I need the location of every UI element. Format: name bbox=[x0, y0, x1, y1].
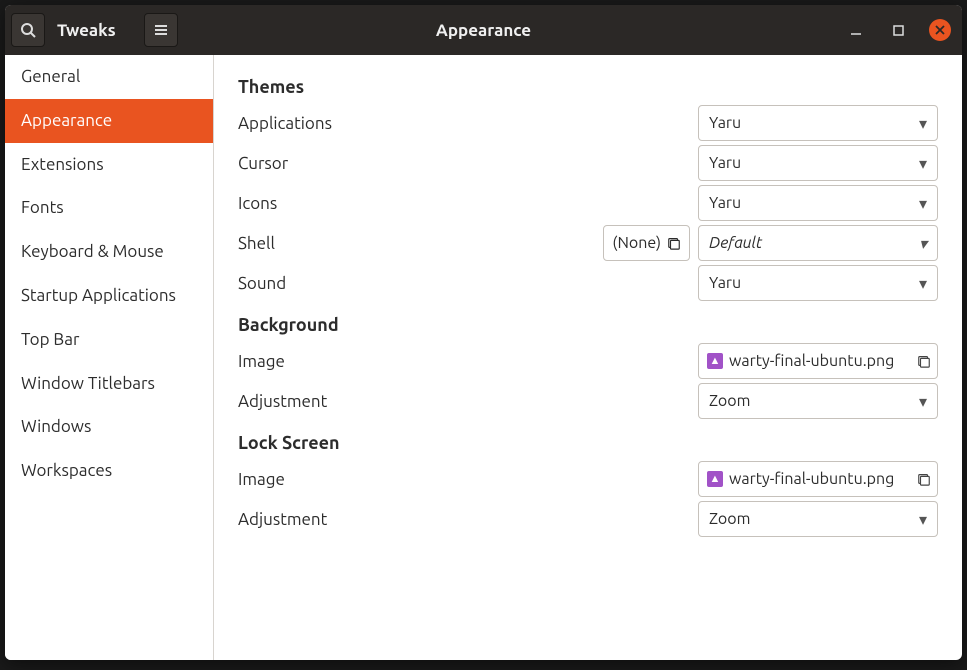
sidebar-item-appearance[interactable]: Appearance bbox=[5, 99, 213, 143]
caret-down-icon: ▾ bbox=[919, 194, 927, 213]
row-bg-image: Image ▲ warty-final-ubuntu.png bbox=[238, 341, 938, 381]
content-area: Themes Applications Yaru ▾ Cursor Yaru ▾ bbox=[214, 55, 962, 660]
sidebar-item-fonts[interactable]: Fonts bbox=[5, 186, 213, 230]
app-title: Tweaks bbox=[57, 21, 116, 40]
file-bg-name: warty-final-ubuntu.png bbox=[729, 352, 894, 370]
window-body: General Appearance Extensions Fonts Keyb… bbox=[5, 55, 962, 660]
sidebar-item-keyboard-mouse[interactable]: Keyboard & Mouse bbox=[5, 230, 213, 274]
row-ls-image: Image ▲ warty-final-ubuntu.png bbox=[238, 459, 938, 499]
row-cursor: Cursor Yaru ▾ bbox=[238, 143, 938, 183]
label-icons: Icons bbox=[238, 194, 277, 213]
lockscreen-header: Lock Screen bbox=[238, 433, 938, 453]
sidebar-item-extensions[interactable]: Extensions bbox=[5, 143, 213, 187]
row-sound: Sound Yaru ▾ bbox=[238, 263, 938, 303]
close-button[interactable] bbox=[928, 18, 952, 42]
label-applications: Applications bbox=[238, 114, 332, 133]
caret-down-icon: ▾ bbox=[919, 154, 927, 173]
sidebar-item-windows[interactable]: Windows bbox=[5, 405, 213, 449]
file-ls-name: warty-final-ubuntu.png bbox=[729, 470, 894, 488]
combo-cursor[interactable]: Yaru ▾ bbox=[698, 145, 938, 181]
combo-ls-adjustment[interactable]: Zoom ▾ bbox=[698, 501, 938, 537]
hamburger-icon bbox=[153, 22, 169, 38]
label-shell: Shell bbox=[238, 234, 275, 253]
sidebar-item-startup-applications[interactable]: Startup Applications bbox=[5, 274, 213, 318]
caret-down-icon: ▾ bbox=[919, 234, 927, 253]
row-ls-adjustment: Adjustment Zoom ▾ bbox=[238, 499, 938, 539]
caret-down-icon: ▾ bbox=[919, 392, 927, 411]
label-ls-image: Image bbox=[238, 470, 285, 489]
sidebar-item-top-bar[interactable]: Top Bar bbox=[5, 318, 213, 362]
minimize-icon bbox=[850, 24, 862, 36]
combo-sound-value: Yaru bbox=[709, 274, 741, 292]
row-icons: Icons Yaru ▾ bbox=[238, 183, 938, 223]
search-button[interactable] bbox=[11, 13, 45, 47]
minimize-button[interactable] bbox=[844, 18, 868, 42]
sidebar: General Appearance Extensions Fonts Keyb… bbox=[5, 55, 214, 660]
combo-icons[interactable]: Yaru ▾ bbox=[698, 185, 938, 221]
row-shell: Shell (None) Default ▾ bbox=[238, 223, 938, 263]
menu-button[interactable] bbox=[144, 13, 178, 47]
label-ls-adjustment: Adjustment bbox=[238, 510, 327, 529]
caret-down-icon: ▾ bbox=[919, 510, 927, 529]
row-bg-adjustment: Adjustment Zoom ▾ bbox=[238, 381, 938, 421]
maximize-icon bbox=[893, 25, 904, 36]
file-chooser-bg[interactable]: ▲ warty-final-ubuntu.png bbox=[698, 343, 938, 379]
combo-shell[interactable]: Default ▾ bbox=[698, 225, 938, 261]
label-bg-adjustment: Adjustment bbox=[238, 392, 327, 411]
combo-icons-value: Yaru bbox=[709, 194, 741, 212]
titlebar-left: Tweaks bbox=[5, 5, 184, 55]
label-cursor: Cursor bbox=[238, 154, 288, 173]
tweaks-window: Tweaks Appearance General Appearance Ex bbox=[5, 5, 962, 660]
sidebar-item-workspaces[interactable]: Workspaces bbox=[5, 449, 213, 493]
close-icon bbox=[935, 25, 945, 35]
window-controls bbox=[844, 18, 962, 42]
caret-down-icon: ▾ bbox=[919, 274, 927, 293]
shell-aux-label: (None) bbox=[612, 234, 661, 252]
image-file-icon: ▲ bbox=[707, 471, 723, 487]
combo-sound[interactable]: Yaru ▾ bbox=[698, 265, 938, 301]
combo-ls-adjustment-value: Zoom bbox=[709, 510, 750, 528]
folder-open-icon bbox=[917, 472, 931, 486]
label-bg-image: Image bbox=[238, 352, 285, 371]
sidebar-item-window-titlebars[interactable]: Window Titlebars bbox=[5, 362, 213, 406]
themes-header: Themes bbox=[238, 77, 938, 97]
combo-bg-adjustment[interactable]: Zoom ▾ bbox=[698, 383, 938, 419]
folder-icon bbox=[667, 236, 681, 250]
combo-shell-value: Default bbox=[709, 234, 762, 252]
file-chooser-ls[interactable]: ▲ warty-final-ubuntu.png bbox=[698, 461, 938, 497]
combo-applications-value: Yaru bbox=[709, 114, 741, 132]
combo-bg-adjustment-value: Zoom bbox=[709, 392, 750, 410]
label-sound: Sound bbox=[238, 274, 286, 293]
row-applications: Applications Yaru ▾ bbox=[238, 103, 938, 143]
titlebar: Tweaks Appearance bbox=[5, 5, 962, 55]
image-file-icon: ▲ bbox=[707, 353, 723, 369]
folder-open-icon bbox=[917, 354, 931, 368]
combo-cursor-value: Yaru bbox=[709, 154, 741, 172]
background-header: Background bbox=[238, 315, 938, 335]
combo-applications[interactable]: Yaru ▾ bbox=[698, 105, 938, 141]
sidebar-item-general[interactable]: General bbox=[5, 55, 213, 99]
maximize-button[interactable] bbox=[886, 18, 910, 42]
shell-aux-button[interactable]: (None) bbox=[603, 225, 690, 261]
caret-down-icon: ▾ bbox=[919, 114, 927, 133]
search-icon bbox=[20, 22, 36, 38]
